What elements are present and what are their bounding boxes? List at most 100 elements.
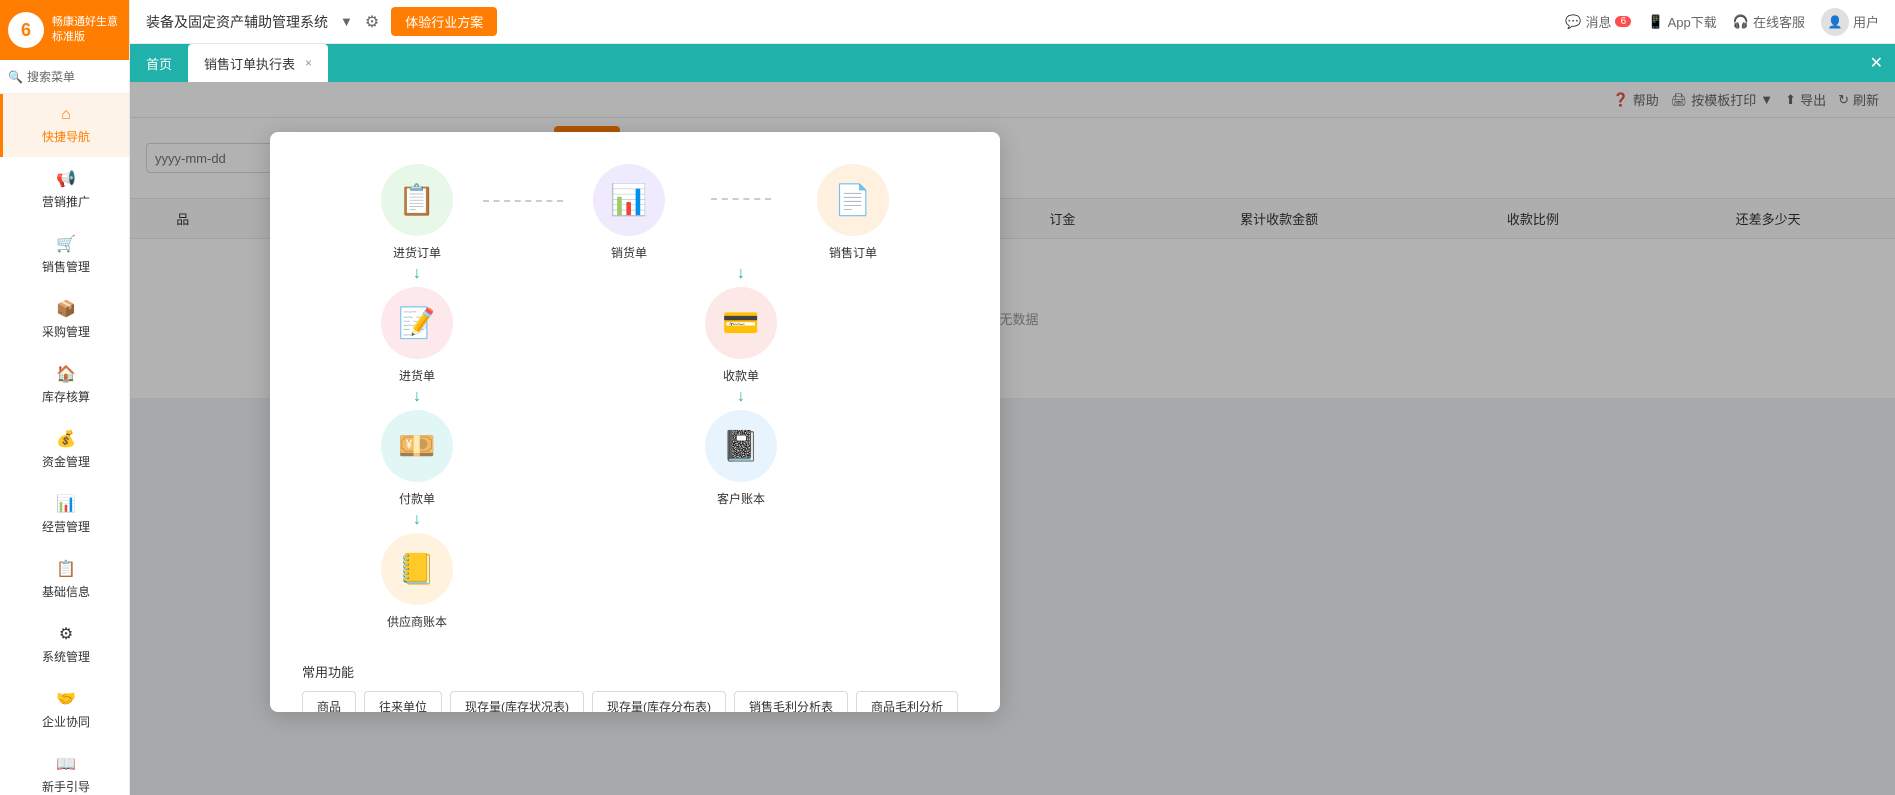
sidebar-item-purchase[interactable]: 📦 采购管理 bbox=[0, 287, 129, 352]
message-btn[interactable]: 💬 消息 6 bbox=[1565, 12, 1631, 31]
logo-icon: 6 bbox=[8, 12, 44, 48]
node-sales-bill[interactable]: 📊 销货单 bbox=[593, 164, 665, 261]
gear-icon[interactable]: ⚙ bbox=[365, 12, 379, 32]
sales-icon: 🛒 bbox=[56, 234, 76, 254]
quick-btn-product[interactable]: 商品 bbox=[302, 691, 356, 712]
node-supplier-ledger[interactable]: 📒 供应商账本 bbox=[381, 533, 453, 630]
operation-icon: 📊 bbox=[56, 494, 76, 514]
tabbar-close-btn[interactable]: ✕ bbox=[1870, 53, 1883, 73]
arrow-down-2: ↓ bbox=[413, 388, 421, 406]
chevron-down-icon: ▼ bbox=[340, 14, 353, 29]
quick-btn-partner[interactable]: 往来单位 bbox=[364, 691, 442, 712]
sales-bill-label: 销货单 bbox=[611, 244, 647, 261]
quick-section: 常用功能 商品 往来单位 现存量(库存状况表) 现存量(库存分布表) 销售毛利分… bbox=[302, 662, 968, 712]
online-service-btn[interactable]: 🎧 在线客服 bbox=[1733, 12, 1805, 31]
quick-btn-product-profit[interactable]: 商品毛利分析 bbox=[856, 691, 958, 712]
purchase-bill-circle: 📝 bbox=[381, 287, 453, 359]
arrow-down-4: ↓ bbox=[737, 265, 745, 283]
purchase-bill-icon: 📝 bbox=[398, 306, 435, 341]
node-receipt-bill[interactable]: 💳 收款单 bbox=[705, 287, 777, 384]
purchase-order-icon: 📋 bbox=[398, 183, 435, 218]
system-title: 装备及固定资产辅助管理系统 bbox=[146, 12, 328, 32]
message-badge: 6 bbox=[1615, 16, 1631, 27]
user-avatar: 👤 bbox=[1821, 8, 1849, 36]
purchase-order-circle: 📋 bbox=[381, 164, 453, 236]
sales-order-circle: 📄 bbox=[817, 164, 889, 236]
topbar: 装备及固定资产辅助管理系统 ▼ ⚙ 体验行业方案 💬 消息 6 📱 App下载 bbox=[130, 0, 1895, 44]
sales-bill-icon: 📊 bbox=[610, 183, 647, 218]
sidebar: 6 畅康通好生意 标准版 🔍 搜索菜单 ⌂ 快捷导航 📢 营销推广 🛒 销售管理 bbox=[0, 0, 130, 795]
sales-order-label: 销售订单 bbox=[829, 244, 877, 261]
arrow-down-1: ↓ bbox=[413, 265, 421, 283]
home-icon: ⌂ bbox=[61, 106, 71, 124]
quick-btn-sales-profit[interactable]: 销售毛利分析表 bbox=[734, 691, 848, 712]
newbie-icon: 📖 bbox=[56, 754, 76, 774]
sidebar-item-operation[interactable]: 📊 经营管理 bbox=[0, 482, 129, 547]
node-payment-bill[interactable]: 💴 付款单 bbox=[381, 410, 453, 507]
sales-bill-circle: 📊 bbox=[593, 164, 665, 236]
customer-ledger-label: 客户账本 bbox=[717, 490, 765, 507]
quick-btn-stock-status[interactable]: 现存量(库存状况表) bbox=[450, 691, 584, 712]
phone-icon: 📱 bbox=[1647, 14, 1663, 30]
main-area: 装备及固定资产辅助管理系统 ▼ ⚙ 体验行业方案 💬 消息 6 📱 App下载 bbox=[130, 0, 1895, 795]
base-info-icon: 📋 bbox=[56, 559, 76, 579]
purchase-order-label: 进货订单 bbox=[393, 244, 441, 261]
arrow-down-5: ↓ bbox=[737, 388, 745, 406]
sidebar-logo: 6 畅康通好生意 标准版 bbox=[0, 0, 129, 60]
tab-close-icon[interactable]: × bbox=[305, 56, 312, 70]
node-sales-order[interactable]: 📄 销售订单 bbox=[817, 164, 889, 261]
node-purchase-order[interactable]: 📋 进货订单 bbox=[381, 164, 453, 261]
marketing-icon: 📢 bbox=[56, 169, 76, 189]
search-icon: 🔍 bbox=[8, 70, 23, 84]
sidebar-nav: ⌂ 快捷导航 📢 营销推广 🛒 销售管理 📦 采购管理 🏠 库存核算 💰 bbox=[0, 94, 129, 795]
receipt-bill-label: 收款单 bbox=[723, 367, 759, 384]
message-icon: 💬 bbox=[1565, 14, 1581, 30]
supplier-ledger-circle: 📒 bbox=[381, 533, 453, 605]
sidebar-search[interactable]: 🔍 搜索菜单 bbox=[0, 60, 129, 94]
receipt-bill-circle: 💳 bbox=[705, 287, 777, 359]
sidebar-item-system[interactable]: ⚙ 系统管理 bbox=[0, 612, 129, 677]
node-customer-ledger[interactable]: 📓 客户账本 bbox=[705, 410, 777, 507]
sidebar-item-quick-nav[interactable]: ⌂ 快捷导航 bbox=[0, 94, 129, 157]
topbar-dropdown[interactable]: ▼ bbox=[340, 14, 353, 29]
purchase-bill-label: 进货单 bbox=[399, 367, 435, 384]
sidebar-item-marketing[interactable]: 📢 营销推广 bbox=[0, 157, 129, 222]
content-area: ❓ 帮助 🖨 按模板打印 ▼ ⬆ 导出 ↻ 刷新 bbox=[130, 82, 1895, 795]
headset-icon: 🎧 bbox=[1733, 14, 1749, 30]
sidebar-item-finance[interactable]: 💰 资金管理 bbox=[0, 417, 129, 482]
try-industry-btn[interactable]: 体验行业方案 bbox=[391, 7, 497, 36]
topbar-right: 💬 消息 6 📱 App下载 🎧 在线客服 👤 用户 bbox=[1565, 8, 1879, 36]
supplier-ledger-label: 供应商账本 bbox=[387, 613, 447, 630]
quick-nav-modal: 📋 进货订单 ↓ 📝 进货单 bbox=[270, 132, 1000, 712]
sidebar-item-newbie[interactable]: 📖 新手引导 bbox=[0, 742, 129, 795]
sales-order-icon: 📄 bbox=[834, 183, 871, 218]
quick-title: 常用功能 bbox=[302, 662, 968, 681]
tab-home[interactable]: 首页 bbox=[130, 44, 188, 82]
sidebar-item-inventory[interactable]: 🏠 库存核算 bbox=[0, 352, 129, 417]
customer-ledger-icon: 📓 bbox=[722, 429, 759, 464]
enterprise-icon: 🤝 bbox=[56, 689, 76, 709]
logo-text: 畅康通好生意 标准版 bbox=[52, 15, 118, 46]
sidebar-item-sales[interactable]: 🛒 销售管理 bbox=[0, 222, 129, 287]
node-purchase-bill[interactable]: 📝 进货单 bbox=[381, 287, 453, 384]
arrow-down-3: ↓ bbox=[413, 511, 421, 529]
app-download-btn[interactable]: 📱 App下载 bbox=[1647, 12, 1716, 31]
tabbar: 首页 销售订单执行表 × ✕ bbox=[130, 44, 1895, 82]
quick-btn-stock-dist[interactable]: 现存量(库存分布表) bbox=[592, 691, 726, 712]
receipt-bill-icon: 💳 bbox=[722, 306, 759, 341]
inventory-icon: 🏠 bbox=[56, 364, 76, 384]
finance-icon: 💰 bbox=[56, 429, 76, 449]
payment-bill-label: 付款单 bbox=[399, 490, 435, 507]
modal-inner: 📋 进货订单 ↓ 📝 进货单 bbox=[270, 132, 1000, 712]
payment-bill-icon: 💴 bbox=[398, 429, 435, 464]
supplier-ledger-icon: 📒 bbox=[398, 552, 435, 587]
system-icon: ⚙ bbox=[59, 624, 73, 644]
sidebar-item-base-info[interactable]: 📋 基础信息 bbox=[0, 547, 129, 612]
user-avatar-btn[interactable]: 👤 用户 bbox=[1821, 8, 1879, 36]
modal-overlay[interactable]: 📋 进货订单 ↓ 📝 进货单 bbox=[130, 82, 1895, 795]
tab-sales-order-exec[interactable]: 销售订单执行表 × bbox=[188, 44, 328, 82]
flow-diagram: 📋 进货订单 ↓ 📝 进货单 bbox=[302, 164, 968, 630]
payment-bill-circle: 💴 bbox=[381, 410, 453, 482]
customer-ledger-circle: 📓 bbox=[705, 410, 777, 482]
sidebar-item-enterprise[interactable]: 🤝 企业协同 bbox=[0, 677, 129, 742]
